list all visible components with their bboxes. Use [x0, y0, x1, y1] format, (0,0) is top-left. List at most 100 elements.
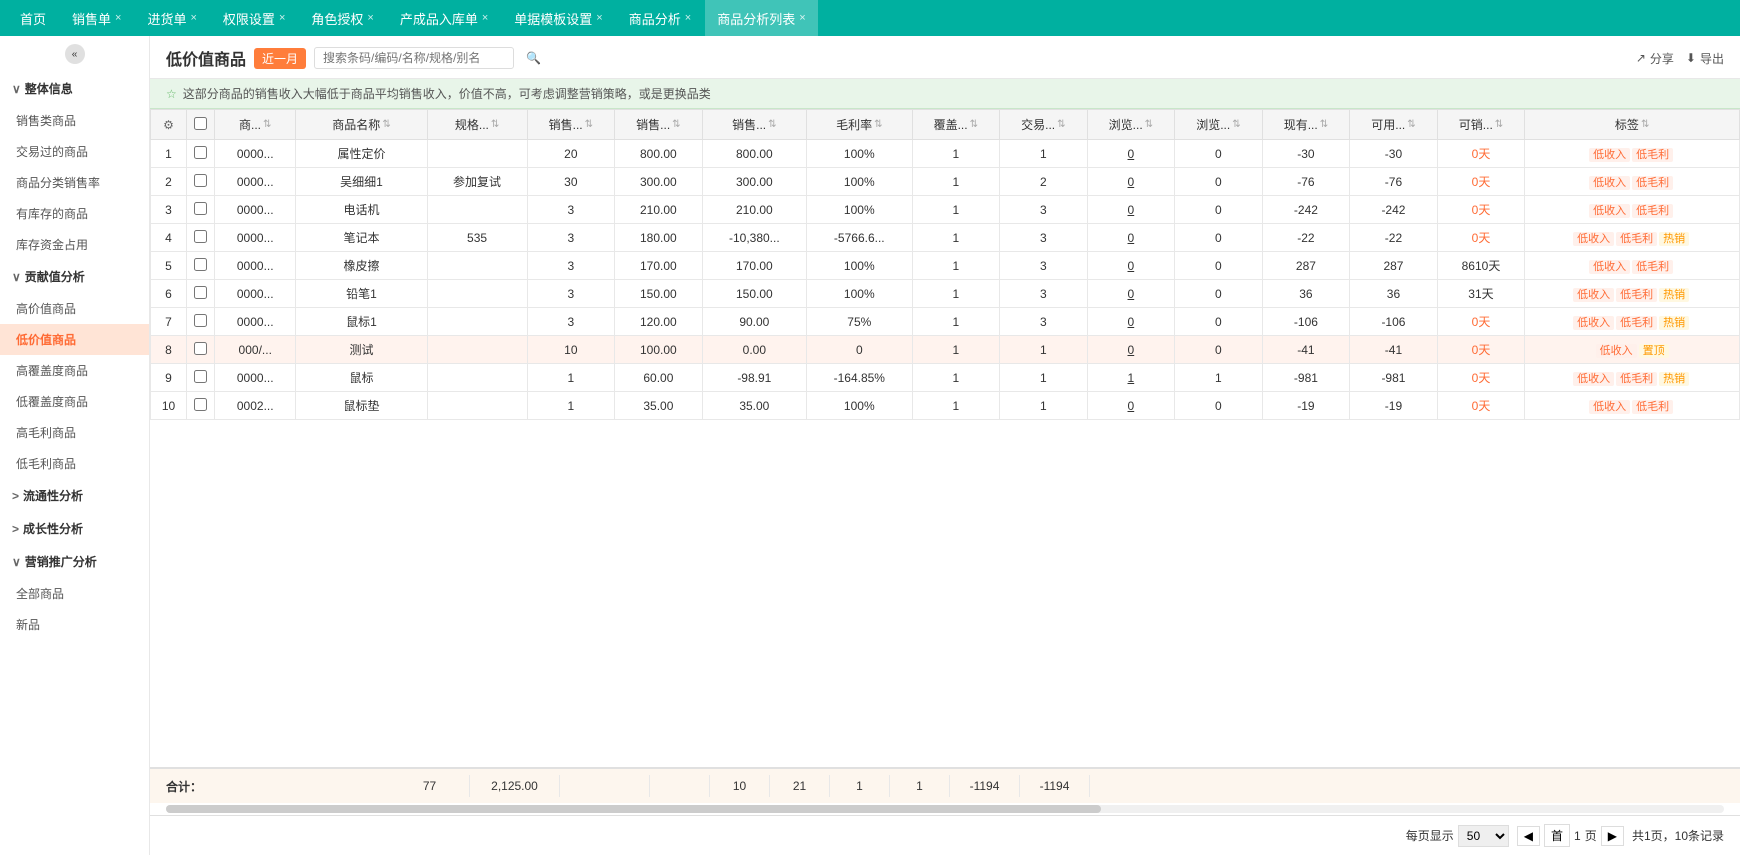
- cell-checkbox[interactable]: [187, 308, 215, 336]
- horizontal-scrollbar[interactable]: [166, 805, 1724, 813]
- nav-close-warehouse[interactable]: ×: [482, 12, 488, 24]
- sidebar-item-low-margin[interactable]: 低毛利商品: [0, 448, 149, 479]
- sort-margin-icon[interactable]: ⇅: [874, 119, 882, 130]
- col-views2[interactable]: 浏览...⇅: [1175, 110, 1263, 140]
- sort-coverage-icon[interactable]: ⇅: [970, 119, 978, 130]
- search-input[interactable]: [314, 47, 514, 69]
- col-sales-qty[interactable]: 销售...⇅: [527, 110, 615, 140]
- nav-template[interactable]: 单据模板设置 ×: [502, 0, 614, 36]
- sidebar-collapse-btn[interactable]: «: [65, 44, 85, 64]
- nav-warehouse[interactable]: 产成品入库单 ×: [388, 0, 500, 36]
- row-checkbox[interactable]: [194, 230, 207, 243]
- cell-checkbox[interactable]: [187, 196, 215, 224]
- views1-link[interactable]: 0: [1128, 175, 1135, 189]
- nav-close-template[interactable]: ×: [596, 12, 602, 24]
- col-sellable[interactable]: 可销...⇅: [1437, 110, 1525, 140]
- sort-spec-icon[interactable]: ⇅: [491, 119, 499, 130]
- sidebar-item-low-coverage[interactable]: 低覆盖度商品: [0, 386, 149, 417]
- nav-close-sales[interactable]: ×: [115, 12, 121, 24]
- next-page-btn[interactable]: ▶: [1601, 826, 1624, 846]
- row-checkbox[interactable]: [194, 202, 207, 215]
- nav-roles[interactable]: 角色授权 ×: [299, 0, 385, 36]
- cell-checkbox[interactable]: [187, 336, 215, 364]
- sidebar-item-low-value[interactable]: 低价值商品: [0, 324, 149, 355]
- row-checkbox[interactable]: [194, 286, 207, 299]
- row-checkbox[interactable]: [194, 174, 207, 187]
- row-checkbox[interactable]: [194, 342, 207, 355]
- sidebar-item-all-goods[interactable]: 全部商品: [0, 578, 149, 609]
- first-label-btn[interactable]: 首: [1544, 824, 1570, 847]
- share-button[interactable]: ↗ 分享: [1636, 50, 1674, 67]
- nav-permissions[interactable]: 权限设置 ×: [211, 0, 297, 36]
- col-sales-profit[interactable]: 销售...⇅: [702, 110, 806, 140]
- nav-analysis-list[interactable]: 商品分析列表 ×: [705, 0, 817, 36]
- sidebar-group-growth[interactable]: > 成长性分析: [0, 512, 149, 545]
- sort-tags-icon[interactable]: ⇅: [1641, 119, 1649, 130]
- sidebar-item-new-goods[interactable]: 新品: [0, 609, 149, 640]
- sidebar-item-high-margin[interactable]: 高毛利商品: [0, 417, 149, 448]
- views1-link[interactable]: 0: [1128, 343, 1135, 357]
- sidebar-item-high-value[interactable]: 高价值商品: [0, 293, 149, 324]
- export-button[interactable]: ⬇ 导出: [1686, 50, 1724, 67]
- cell-checkbox[interactable]: [187, 168, 215, 196]
- first-page-btn[interactable]: ◀: [1517, 826, 1540, 846]
- nav-close-purchase[interactable]: ×: [190, 12, 196, 24]
- sort-available-icon[interactable]: ⇅: [1407, 119, 1415, 130]
- col-spec[interactable]: 规格...⇅: [427, 110, 527, 140]
- col-name[interactable]: 商品名称⇅: [296, 110, 427, 140]
- sidebar-item-stock-goods[interactable]: 有库存的商品: [0, 198, 149, 229]
- sidebar-group-liquidity[interactable]: > 流通性分析: [0, 479, 149, 512]
- col-current-stock[interactable]: 现有...⇅: [1262, 110, 1350, 140]
- nav-close-permissions[interactable]: ×: [279, 12, 285, 24]
- settings-icon[interactable]: ⚙: [163, 118, 174, 132]
- sidebar-item-sales-goods[interactable]: 销售类商品: [0, 105, 149, 136]
- cell-checkbox[interactable]: [187, 280, 215, 308]
- sort-name-icon[interactable]: ⇅: [382, 119, 390, 130]
- views1-link[interactable]: 1: [1128, 371, 1135, 385]
- sidebar-group-marketing[interactable]: ∨ 营销推广分析: [0, 545, 149, 578]
- views1-link[interactable]: 0: [1128, 399, 1135, 413]
- views1-link[interactable]: 0: [1128, 315, 1135, 329]
- col-tags[interactable]: 标签⇅: [1525, 110, 1740, 140]
- sort-trades-icon[interactable]: ⇅: [1057, 119, 1065, 130]
- nav-home[interactable]: 首页: [8, 0, 58, 36]
- sidebar-item-traded-goods[interactable]: 交易过的商品: [0, 136, 149, 167]
- sidebar-group-contribution[interactable]: ∨ 贡献值分析: [0, 260, 149, 293]
- col-settings[interactable]: ⚙: [151, 110, 187, 140]
- nav-analysis[interactable]: 商品分析 ×: [617, 0, 703, 36]
- sidebar-item-stock-funds[interactable]: 库存资金占用: [0, 229, 149, 260]
- views1-link[interactable]: 0: [1128, 231, 1135, 245]
- views1-link[interactable]: 0: [1128, 147, 1135, 161]
- nav-purchase[interactable]: 进货单 ×: [135, 0, 208, 36]
- views1-link[interactable]: 0: [1128, 203, 1135, 217]
- cell-checkbox[interactable]: [187, 140, 215, 168]
- col-available-stock[interactable]: 可用...⇅: [1350, 110, 1438, 140]
- cell-checkbox[interactable]: [187, 252, 215, 280]
- sort-sellable-icon[interactable]: ⇅: [1495, 119, 1503, 130]
- sort-code-icon[interactable]: ⇅: [263, 119, 271, 130]
- row-checkbox[interactable]: [194, 398, 207, 411]
- col-checkbox[interactable]: [187, 110, 215, 140]
- sort-views1-icon[interactable]: ⇅: [1145, 119, 1153, 130]
- col-margin[interactable]: 毛利率⇅: [807, 110, 913, 140]
- row-checkbox[interactable]: [194, 370, 207, 383]
- sort-amount-icon[interactable]: ⇅: [672, 119, 680, 130]
- col-sales-amount[interactable]: 销售...⇅: [615, 110, 703, 140]
- search-icon[interactable]: 🔍: [526, 51, 541, 65]
- col-views1[interactable]: 浏览...⇅: [1087, 110, 1175, 140]
- sidebar-item-category-rate[interactable]: 商品分类销售率: [0, 167, 149, 198]
- views1-link[interactable]: 0: [1128, 287, 1135, 301]
- per-page-select[interactable]: 50 20 100: [1458, 825, 1509, 847]
- sort-stock-icon[interactable]: ⇅: [1320, 119, 1328, 130]
- sidebar-item-high-coverage[interactable]: 高覆盖度商品: [0, 355, 149, 386]
- nav-close-analysis[interactable]: ×: [685, 12, 691, 24]
- row-checkbox[interactable]: [194, 146, 207, 159]
- views1-link[interactable]: 0: [1128, 259, 1135, 273]
- col-code[interactable]: 商...⇅: [215, 110, 296, 140]
- col-coverage[interactable]: 覆盖...⇅: [912, 110, 1000, 140]
- nav-sales[interactable]: 销售单 ×: [60, 0, 133, 36]
- cell-checkbox[interactable]: [187, 224, 215, 252]
- sort-profit-icon[interactable]: ⇅: [768, 119, 776, 130]
- nav-close-analysis-list[interactable]: ×: [799, 12, 805, 24]
- row-checkbox[interactable]: [194, 258, 207, 271]
